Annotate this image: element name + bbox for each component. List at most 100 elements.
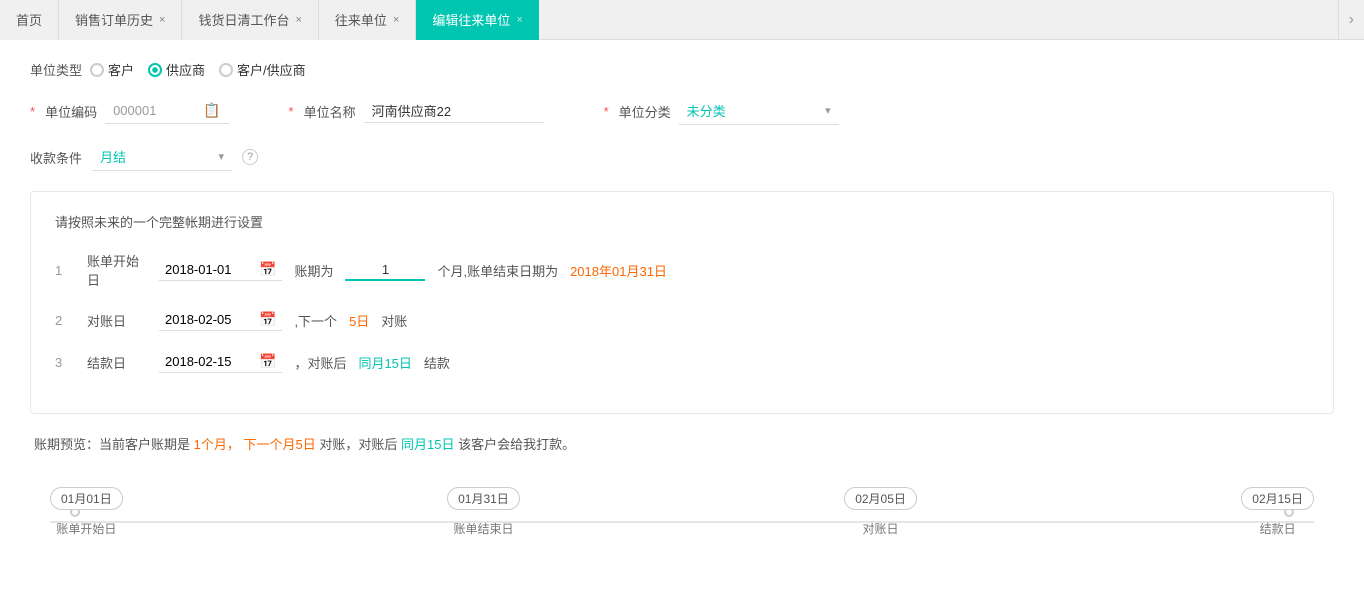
unit-type-group: 单位类型 客户 供应商 客户/供应商 xyxy=(30,60,306,79)
category-select[interactable]: 未分类 ▾ xyxy=(679,97,839,125)
period-desc-prefix-3: ，对账后 xyxy=(294,353,346,372)
tab-sales-history-label: 销售订单历史 xyxy=(75,10,153,29)
tab-edit-partner-close[interactable]: × xyxy=(516,14,522,26)
timeline-name-1: 账单开始日 xyxy=(56,520,116,537)
timeline-badge-4: 02月15日 xyxy=(1241,487,1314,510)
main-content: 单位类型 客户 供应商 客户/供应商 * 单位编码 xyxy=(0,40,1364,608)
date-input-2[interactable] xyxy=(165,312,255,327)
timeline-point-2: 01月31日 账单结束日 xyxy=(447,487,520,537)
tab-home[interactable]: 首页 xyxy=(0,0,59,40)
category-group: * 单位分类 未分类 ▾ xyxy=(604,97,839,125)
tab-cash-work-label: 钱货日清工作台 xyxy=(198,10,289,29)
timeline: 01月01日 账单开始日 01月31日 账单结束日 02月05日 对账日 02月… xyxy=(30,477,1334,567)
period-label-2: 对账日 xyxy=(87,311,147,330)
unit-type-radio-group: 客户 供应商 客户/供应商 xyxy=(90,60,306,79)
timeline-point-4: 02月15日 结款日 xyxy=(1241,487,1314,537)
payment-select[interactable]: 月结 ▾ xyxy=(92,143,232,171)
tab-cash-work[interactable]: 钱货日清工作台 × xyxy=(182,0,318,40)
preview-section: 账期预览：当前客户账期是 1个月， 下一个月5日 对账，对账后 同月15日 该客… xyxy=(30,434,1334,567)
radio-both-circle xyxy=(219,63,233,77)
timeline-point-3: 02月05日 对账日 xyxy=(844,487,917,537)
calendar-icon-3[interactable]: 📅 xyxy=(259,353,276,370)
timeline-points: 01月01日 账单开始日 01月31日 账单结束日 02月05日 对账日 02月… xyxy=(50,487,1314,537)
date-input-group-2: 📅 xyxy=(159,309,282,331)
payment-help-icon[interactable]: ? xyxy=(242,149,258,165)
radio-supplier[interactable]: 供应商 xyxy=(148,60,205,79)
period-desc-suffix-3: 结款 xyxy=(424,353,450,372)
preview-part5: 该客户会给我打款。 xyxy=(458,437,575,452)
preview-label: 账期预览：当前客户账期是 xyxy=(34,437,190,452)
payment-chevron-icon: ▾ xyxy=(218,150,224,163)
period-num-2: 2 xyxy=(55,313,75,328)
date-input-3[interactable] xyxy=(165,354,255,369)
tab-sales-history[interactable]: 销售订单历史 × xyxy=(59,0,182,40)
category-label: 单位分类 xyxy=(619,102,671,121)
code-input-group: 📋 xyxy=(105,98,228,124)
preview-part3: 对账，对账后 xyxy=(319,437,397,452)
payment-label: 收款条件 xyxy=(30,148,82,167)
category-chevron-icon: ▾ xyxy=(825,104,831,117)
period-title: 请按照未来的一个完整帐期进行设置 xyxy=(55,212,1309,231)
copy-icon[interactable]: 📋 xyxy=(203,102,220,119)
payment-value: 月结 xyxy=(100,147,212,166)
code-input[interactable] xyxy=(113,103,203,118)
period-label-1: 账单开始日 xyxy=(87,251,147,289)
date-input-1[interactable] xyxy=(165,262,255,277)
unit-type-row: 单位类型 客户 供应商 客户/供应商 xyxy=(30,60,1334,79)
period-num-1: 1 xyxy=(55,263,75,278)
radio-both-label: 客户/供应商 xyxy=(237,60,306,79)
calendar-icon-2[interactable]: 📅 xyxy=(259,311,276,328)
period-num-3: 3 xyxy=(55,355,75,370)
tab-partner-units-close[interactable]: × xyxy=(393,14,399,26)
period-desc-suffix-2: 对账 xyxy=(381,311,407,330)
timeline-point-1: 01月01日 账单开始日 xyxy=(50,487,123,537)
unit-type-label: 单位类型 xyxy=(30,60,82,79)
tab-bar: 首页 销售订单历史 × 钱货日清工作台 × 往来单位 × 编辑往来单位 × › xyxy=(0,0,1364,40)
preview-text: 账期预览：当前客户账期是 1个月， 下一个月5日 对账，对账后 同月15日 该客… xyxy=(30,434,1334,453)
period-row-1: 1 账单开始日 📅 账期为 个月,账单结束日期为 2018年01月31日 xyxy=(55,251,1309,289)
radio-supplier-label: 供应商 xyxy=(166,60,205,79)
period-label-3: 结款日 xyxy=(87,353,147,372)
name-label: 单位名称 xyxy=(304,102,356,121)
preview-part4: 同月15日 xyxy=(401,437,454,452)
period-row-2: 2 对账日 📅 ,下一个 5日 对账 xyxy=(55,309,1309,331)
code-label: 单位编码 xyxy=(45,102,97,121)
tab-home-label: 首页 xyxy=(16,10,42,29)
period-desc-suffix-1: 个月,账单结束日期为 xyxy=(437,261,558,280)
radio-supplier-circle xyxy=(148,63,162,77)
period-highlight-2: 5日 xyxy=(349,311,369,330)
tab-partner-units-label: 往来单位 xyxy=(335,10,387,29)
period-row-3: 3 结款日 📅 ，对账后 同月15日 结款 xyxy=(55,351,1309,373)
name-input[interactable] xyxy=(364,99,544,123)
code-name-row: * 单位编码 📋 * 单位名称 * 单位分类 未分类 ▾ xyxy=(30,97,1334,125)
period-box: 请按照未来的一个完整帐期进行设置 1 账单开始日 📅 账期为 个月,账单结束日期… xyxy=(30,191,1334,414)
period-highlight-3: 同月15日 xyxy=(358,353,411,372)
timeline-badge-1: 01月01日 xyxy=(50,487,123,510)
tab-more-arrow[interactable]: › xyxy=(1338,0,1364,40)
tab-partner-units[interactable]: 往来单位 × xyxy=(319,0,416,40)
radio-customer[interactable]: 客户 xyxy=(90,60,134,79)
timeline-badge-3: 02月05日 xyxy=(844,487,917,510)
payment-row: 收款条件 月结 ▾ ? xyxy=(30,143,1334,171)
radio-customer-circle xyxy=(90,63,104,77)
tab-edit-partner[interactable]: 编辑往来单位 × xyxy=(416,0,538,40)
timeline-badge-2: 01月31日 xyxy=(447,487,520,510)
timeline-name-2: 账单结束日 xyxy=(453,520,513,537)
tab-cash-work-close[interactable]: × xyxy=(295,14,301,26)
date-input-group-3: 📅 xyxy=(159,351,282,373)
period-months-input[interactable] xyxy=(345,260,425,281)
period-desc-prefix-2: ,下一个 xyxy=(294,311,337,330)
preview-part2: 下一个月5日 xyxy=(244,437,316,452)
period-highlight-1: 2018年01月31日 xyxy=(570,261,667,280)
code-group: * 单位编码 📋 xyxy=(30,98,229,124)
preview-part1: 1个月， xyxy=(194,437,240,452)
tab-edit-partner-label: 编辑往来单位 xyxy=(432,10,510,29)
timeline-name-4: 结款日 xyxy=(1260,520,1296,537)
tab-sales-history-close[interactable]: × xyxy=(159,14,165,26)
radio-both[interactable]: 客户/供应商 xyxy=(219,60,306,79)
date-input-group-1: 📅 xyxy=(159,259,282,281)
calendar-icon-1[interactable]: 📅 xyxy=(259,261,276,278)
timeline-name-3: 对账日 xyxy=(863,520,899,537)
period-desc-prefix-1: 账期为 xyxy=(294,261,333,280)
name-group: * 单位名称 xyxy=(289,99,544,123)
